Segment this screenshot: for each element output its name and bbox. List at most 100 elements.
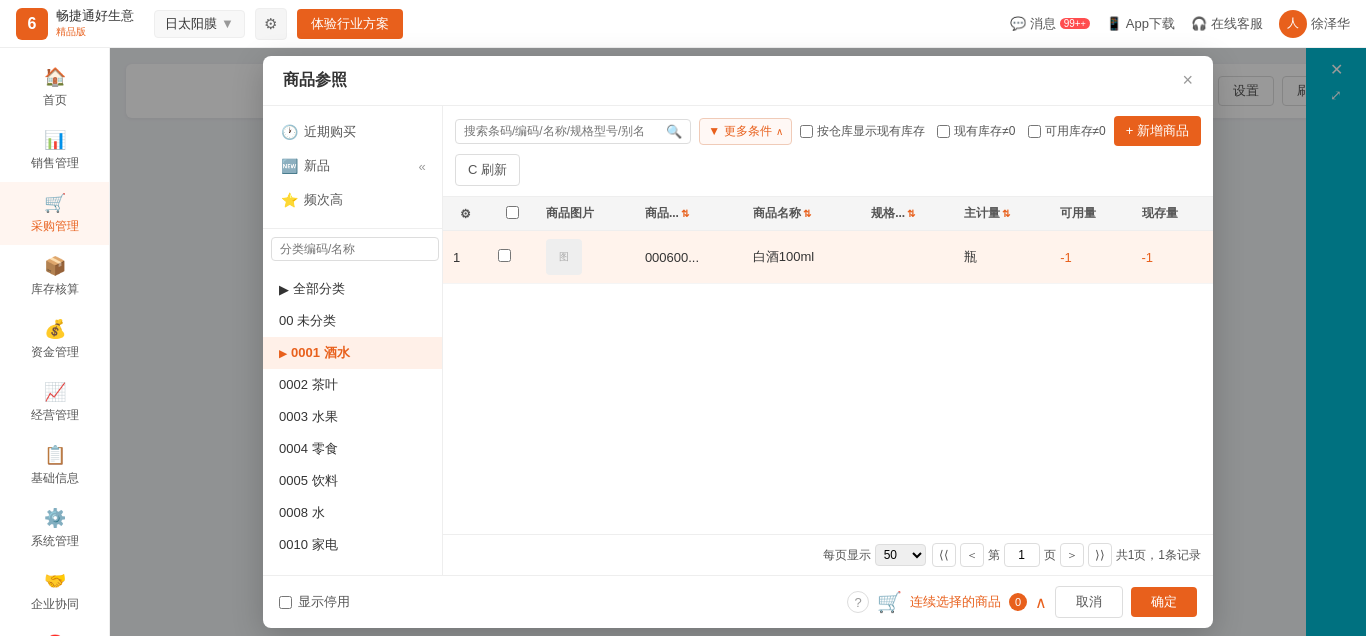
logo-text: 畅捷通好生意 <box>56 8 134 25</box>
product-search-input[interactable] <box>464 124 660 138</box>
clock-icon: 🕐 <box>281 124 298 140</box>
col-select-all[interactable] <box>488 197 536 231</box>
sidebar-item-system[interactable]: ⚙️ 系统管理 <box>0 497 109 560</box>
filter-button[interactable]: ▼ 更多条件 ∧ <box>699 118 792 145</box>
col-spec-header[interactable]: 规格... ⇅ <box>861 197 954 231</box>
recent-purchase-item[interactable]: 🕐 近期购买 <box>271 116 410 148</box>
page-label: 第 <box>988 547 1000 564</box>
col-code-header[interactable]: 商品... ⇅ <box>635 197 743 231</box>
search-icon[interactable]: 🔍 <box>666 124 682 139</box>
sidebar-purchase-label: 采购管理 <box>31 218 79 235</box>
checkbox-warehouse-stock[interactable]: 按仓库显示现有库存 <box>800 123 925 140</box>
sidebar-item-business[interactable]: 📈 经营管理 <box>0 371 109 434</box>
business-icon: 📈 <box>44 381 66 403</box>
sidebar-business-label: 经营管理 <box>31 407 79 424</box>
sidebar-inventory-label: 库存核算 <box>31 281 79 298</box>
sidebar-item-inventory[interactable]: 📦 库存核算 <box>0 245 109 308</box>
warehouse-stock-checkbox[interactable] <box>800 125 813 138</box>
online-service-item[interactable]: 🎧 在线客服 <box>1191 15 1263 33</box>
category-search-input[interactable] <box>271 237 439 261</box>
prev-page-button[interactable]: ＜ <box>960 543 984 567</box>
checkbox-available-stock[interactable]: 现有库存≠0 <box>937 123 1015 140</box>
checkbox-usable-stock[interactable]: 可用库存≠0 <box>1028 123 1106 140</box>
frequent-item[interactable]: ⭐ 频次高 <box>271 184 410 216</box>
logo-sub: 精品版 <box>56 25 134 39</box>
category-0005[interactable]: 0005 饮料 <box>263 465 442 497</box>
sidebar-item-collab[interactable]: 🤝 企业协同 <box>0 560 109 623</box>
sidebar-item-sales[interactable]: 📊 销售管理 <box>0 119 109 182</box>
finance-icon: 💰 <box>44 318 66 340</box>
col-name-header[interactable]: 商品名称 ⇅ <box>743 197 861 231</box>
cat-0002-label: 0002 茶叶 <box>279 376 338 394</box>
logo-text-area: 畅捷通好生意 精品版 <box>56 8 134 39</box>
app-download-item[interactable]: 📱 App下载 <box>1106 15 1175 33</box>
category-0004[interactable]: 0004 零食 <box>263 433 442 465</box>
left-panel: 🕐 近期购买 🆕 新品 ⭐ 频次高 <box>263 106 443 575</box>
all-category-label: 全部分类 <box>293 280 345 298</box>
collapse-panel-button[interactable]: « <box>410 154 434 178</box>
sidebar-item-finance[interactable]: 💰 资金管理 <box>0 308 109 371</box>
sales-icon: 📊 <box>44 129 66 151</box>
category-00[interactable]: 00 未分类 <box>263 305 442 337</box>
sidebar-item-purchase[interactable]: 🛒 采购管理 <box>0 182 109 245</box>
new-product-item[interactable]: 🆕 新品 <box>271 150 410 182</box>
category-0010[interactable]: 0010 家电 <box>263 529 442 561</box>
next-page-button[interactable]: ＞ <box>1060 543 1084 567</box>
row-name-cell: 白酒100ml <box>743 231 861 284</box>
table-row[interactable]: 1 图 000600... 白酒100ml 瓶 <box>443 231 1213 284</box>
current-stock-checkbox[interactable] <box>937 125 950 138</box>
col-unit-header[interactable]: 主计量 ⇅ <box>954 197 1050 231</box>
add-product-button[interactable]: + 新增商品 <box>1114 116 1201 146</box>
experience-button[interactable]: 体验行业方案 <box>297 9 403 39</box>
row-checkbox-cell[interactable] <box>488 231 536 284</box>
user-profile-item[interactable]: 人 徐泽华 <box>1279 10 1350 38</box>
main-layout: 🏠 首页 📊 销售管理 🛒 采购管理 📦 库存核算 💰 资金管理 📈 经营管理 … <box>0 48 1366 636</box>
select-all-checkbox[interactable] <box>506 206 519 219</box>
category-0001[interactable]: ▶ 0001 酒水 <box>263 337 442 369</box>
nav-right: 💬 消息 99++ 📱 App下载 🎧 在线客服 人 徐泽华 <box>1010 10 1350 38</box>
per-page-select[interactable]: 20 50 100 <box>875 544 926 566</box>
footer-collapse-icon[interactable]: ∧ <box>1035 593 1047 612</box>
product-search-box: 🔍 <box>455 119 691 144</box>
show-disabled-checkbox[interactable] <box>279 596 292 609</box>
col-settings[interactable]: ⚙ <box>443 197 488 231</box>
sidebar-item-guide[interactable]: 🎯 新手引导 <box>0 623 109 636</box>
last-page-button[interactable]: ⟩⟩ <box>1088 543 1112 567</box>
category-0008[interactable]: 0008 水 <box>263 497 442 529</box>
filter-label: 更多条件 <box>724 123 772 140</box>
unit-sort-icon: ⇅ <box>1002 208 1010 219</box>
category-search: 🔍 <box>263 229 442 269</box>
category-all[interactable]: ▶ 全部分类 <box>263 273 442 305</box>
row-unit-cell: 瓶 <box>954 231 1050 284</box>
confirm-button[interactable]: 确定 <box>1131 587 1197 617</box>
cancel-button[interactable]: 取消 <box>1055 586 1123 618</box>
first-page-button[interactable]: ⟨⟨ <box>932 543 956 567</box>
row-stock-cell: -1 <box>1132 231 1213 284</box>
gear-button[interactable]: ⚙ <box>255 8 287 40</box>
recent-purchase-label: 近期购买 <box>304 123 356 141</box>
spec-sort-icon: ⇅ <box>907 208 915 219</box>
name-sort-icon: ⇅ <box>803 208 811 219</box>
sidebar: 🏠 首页 📊 销售管理 🛒 采购管理 📦 库存核算 💰 资金管理 📈 经营管理 … <box>0 48 110 636</box>
online-service-label: 在线客服 <box>1211 15 1263 33</box>
messages-nav-item[interactable]: 💬 消息 99++ <box>1010 15 1090 33</box>
row-checkbox[interactable] <box>498 249 511 262</box>
sidebar-finance-label: 资金管理 <box>31 344 79 361</box>
home-icon: 🏠 <box>44 66 66 88</box>
current-stock-label: 现有库存≠0 <box>954 123 1015 140</box>
page-number-input[interactable] <box>1004 543 1040 567</box>
message-label: 消息 <box>1030 15 1056 33</box>
warehouse-stock-label: 按仓库显示现有库存 <box>817 123 925 140</box>
category-0003[interactable]: 0003 水果 <box>263 401 442 433</box>
modal-close-button[interactable]: × <box>1182 70 1193 91</box>
usable-stock-checkbox[interactable] <box>1028 125 1041 138</box>
sidebar-item-home[interactable]: 🏠 首页 <box>0 56 109 119</box>
left-panel-nav: 🕐 近期购买 🆕 新品 ⭐ 频次高 <box>263 116 442 229</box>
store-selector[interactable]: 日太阳膜 ▼ <box>154 10 245 38</box>
help-icon[interactable]: ? <box>847 591 869 613</box>
sidebar-item-basics[interactable]: 📋 基础信息 <box>0 434 109 497</box>
sidebar-sales-label: 销售管理 <box>31 155 79 172</box>
logo-area: 6 畅捷通好生意 精品版 <box>16 8 134 40</box>
category-0002[interactable]: 0002 茶叶 <box>263 369 442 401</box>
refresh-button[interactable]: C 刷新 <box>455 154 520 186</box>
